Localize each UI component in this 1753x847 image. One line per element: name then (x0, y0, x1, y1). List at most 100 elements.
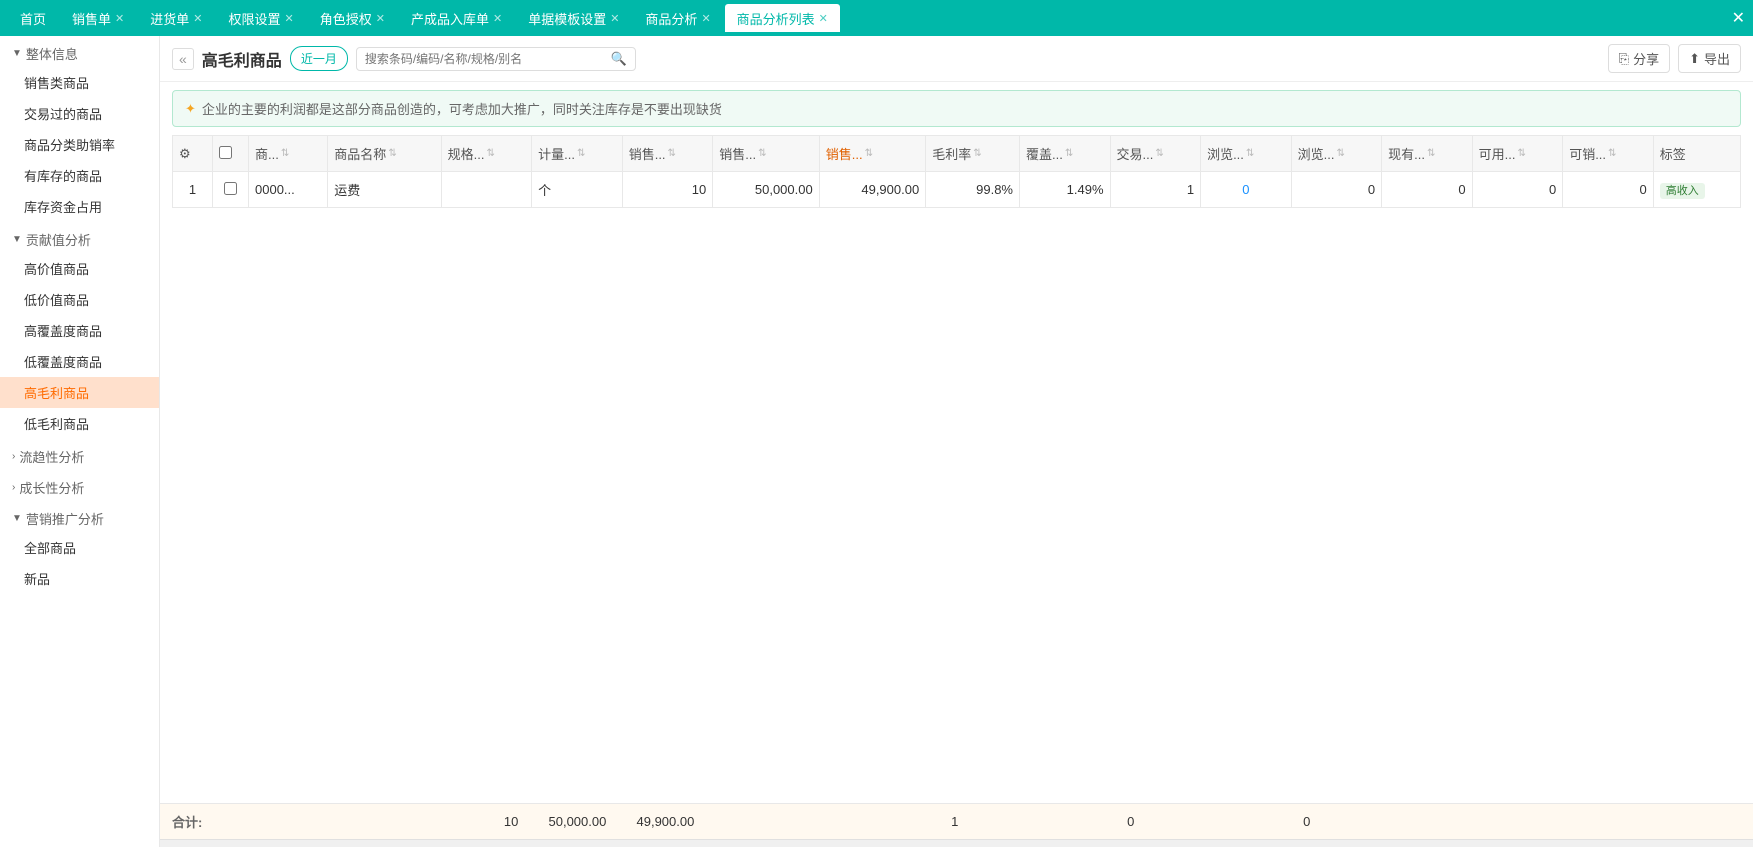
arrow-icon-2: ▼ (12, 234, 22, 245)
select-all-checkbox[interactable] (219, 146, 232, 159)
cell-name: 运费 (328, 172, 441, 208)
col-code-header[interactable]: 商... ⇅ (249, 136, 328, 172)
export-label: 导出 (1704, 49, 1730, 68)
tab-analysis[interactable]: 商品分析 ✕ (633, 4, 722, 32)
window-close-button[interactable]: ✕ (1732, 8, 1745, 28)
sidebar-item-high-margin[interactable]: 高毛利商品 (0, 377, 159, 408)
col-view1-header[interactable]: 浏览... ⇅ (1201, 136, 1292, 172)
sort-icon-unit: ⇅ (577, 148, 585, 159)
info-icon: ✦ (185, 101, 196, 117)
col-sales-amount-header[interactable]: 销售... ⇅ (713, 136, 819, 172)
col-sales-qty-header[interactable]: 销售... ⇅ (622, 136, 713, 172)
col-settings[interactable]: ⚙ (173, 136, 213, 172)
table-header-row: ⚙ 商... ⇅ 商品名称 (173, 136, 1741, 172)
sidebar: ▼ 整体信息 销售类商品 交易过的商品 商品分类助销率 有库存的商品 库存资金占… (0, 36, 160, 847)
tab-purchase[interactable]: 进货单 ✕ (138, 4, 214, 32)
sidebar-item-new-goods[interactable]: 新品 (0, 563, 159, 594)
sidebar-item-high-value[interactable]: 高价值商品 (0, 253, 159, 284)
col-tag-header[interactable]: 标签 (1653, 136, 1740, 172)
col-gross-margin-header[interactable]: 毛利率 ⇅ (926, 136, 1020, 172)
sort-icon-view1: ⇅ (1246, 148, 1254, 159)
tab-role[interactable]: 角色授权 ✕ (308, 4, 397, 32)
tab-template[interactable]: 单据模板设置 ✕ (516, 4, 631, 32)
tab-analysis-list[interactable]: 商品分析列表 ✕ (725, 4, 840, 32)
sidebar-item-stock-capital[interactable]: 库存资金占用 (0, 191, 159, 222)
tab-inbound[interactable]: 产成品入库单 ✕ (399, 4, 514, 32)
sort-icon-sales-qty: ⇅ (668, 148, 676, 159)
tab-inbound-close[interactable]: ✕ (493, 12, 502, 25)
tab-template-label: 单据模板设置 (528, 9, 606, 28)
time-filter-button[interactable]: 近一月 (290, 46, 348, 71)
cell-view2: 0 (1291, 172, 1382, 208)
arrow-icon-5: ▼ (12, 513, 22, 524)
footer-sales-cost: 49,900.00 (614, 814, 694, 829)
arrow-icon: ▼ (12, 48, 22, 59)
tab-template-close[interactable]: ✕ (610, 12, 619, 25)
view1-link[interactable]: 0 (1242, 182, 1249, 197)
sidebar-group-marketing[interactable]: ▼ 营销推广分析 (0, 501, 159, 532)
sidebar-item-traded-goods[interactable]: 交易过的商品 (0, 98, 159, 129)
tab-inbound-label: 产成品入库单 (411, 9, 489, 28)
sort-icon-gross-margin: ⇅ (973, 148, 981, 159)
tab-sales-close[interactable]: ✕ (115, 12, 124, 25)
sidebar-item-stock-goods[interactable]: 有库存的商品 (0, 160, 159, 191)
col-current-stock-header[interactable]: 现有... ⇅ (1382, 136, 1473, 172)
export-button[interactable]: ⬆ 导出 (1678, 44, 1741, 73)
col-spec-header[interactable]: 规格... ⇅ (441, 136, 532, 172)
tab-permission-close[interactable]: ✕ (285, 12, 294, 25)
tab-purchase-close[interactable]: ✕ (193, 12, 202, 25)
cell-code: 0000... (249, 172, 328, 208)
search-input[interactable] (365, 52, 611, 66)
sidebar-group-flow[interactable]: › 流趋性分析 (0, 439, 159, 470)
tab-sales[interactable]: 销售单 ✕ (60, 4, 136, 32)
footer-sales-qty: 10 (438, 814, 518, 829)
sidebar-group-growth[interactable]: › 成长性分析 (0, 470, 159, 501)
cell-checkbox (213, 172, 249, 208)
footer-transaction: 1 (878, 814, 958, 829)
sidebar-group-overall-label: 整体信息 (26, 44, 78, 63)
sidebar-group-flow-label: 流趋性分析 (19, 447, 84, 466)
row-checkbox[interactable] (224, 182, 237, 195)
collapse-sidebar-button[interactable]: « (172, 48, 194, 70)
search-icon[interactable]: 🔍 (611, 51, 627, 67)
tab-home[interactable]: 首页 (8, 4, 58, 32)
col-name-header[interactable]: 商品名称 ⇅ (328, 136, 441, 172)
sidebar-item-low-margin[interactable]: 低毛利商品 (0, 408, 159, 439)
sidebar-item-all-goods[interactable]: 全部商品 (0, 532, 159, 563)
share-button[interactable]: ⎘ 分享 (1608, 44, 1670, 73)
bottom-scrollbar[interactable] (160, 839, 1753, 847)
sidebar-group-contribution[interactable]: ▼ 贡献值分析 (0, 222, 159, 253)
col-transaction-header[interactable]: 交易... ⇅ (1110, 136, 1201, 172)
export-icon: ⬆ (1689, 51, 1700, 67)
cell-sales-qty: 10 (622, 172, 713, 208)
tab-analysis-list-close[interactable]: ✕ (819, 12, 828, 25)
sidebar-item-high-coverage[interactable]: 高覆盖度商品 (0, 315, 159, 346)
col-sales-cost-header[interactable]: 销售... ⇅ (819, 136, 925, 172)
sidebar-item-sales-goods[interactable]: 销售类商品 (0, 67, 159, 98)
sidebar-item-category-rate[interactable]: 商品分类助销率 (0, 129, 159, 160)
sort-icon-code: ⇅ (281, 148, 289, 159)
info-banner-text: 企业的主要的利润都是这部分商品创造的，可考虑加大推广，同时关注库存是不要出现缺货 (202, 99, 722, 118)
col-sellable-header[interactable]: 可销... ⇅ (1563, 136, 1654, 172)
page-title: 高毛利商品 (202, 47, 282, 71)
main-layout: ▼ 整体信息 销售类商品 交易过的商品 商品分类助销率 有库存的商品 库存资金占… (0, 36, 1753, 847)
tab-role-close[interactable]: ✕ (376, 12, 385, 25)
col-coverage-header[interactable]: 覆盖... ⇅ (1020, 136, 1111, 172)
cell-available: 0 (1472, 172, 1563, 208)
tab-analysis-close[interactable]: ✕ (701, 12, 710, 25)
arrow-icon-4: › (12, 482, 15, 493)
tab-permission[interactable]: 权限设置 ✕ (216, 4, 305, 32)
sidebar-item-low-coverage[interactable]: 低覆盖度商品 (0, 346, 159, 377)
sidebar-group-overall[interactable]: ▼ 整体信息 (0, 36, 159, 67)
share-label: 分享 (1633, 49, 1659, 68)
sort-icon-transaction: ⇅ (1155, 148, 1163, 159)
sort-icon-current-stock: ⇅ (1427, 148, 1435, 159)
col-unit-header[interactable]: 计量... ⇅ (532, 136, 623, 172)
arrow-icon-3: › (12, 451, 15, 462)
sort-icon-name: ⇅ (388, 148, 396, 159)
col-available-header[interactable]: 可用... ⇅ (1472, 136, 1563, 172)
sort-icon-sellable: ⇅ (1608, 148, 1616, 159)
sidebar-item-low-value[interactable]: 低价值商品 (0, 284, 159, 315)
sort-icon-sales-amount: ⇅ (758, 148, 766, 159)
col-view2-header[interactable]: 浏览... ⇅ (1291, 136, 1382, 172)
